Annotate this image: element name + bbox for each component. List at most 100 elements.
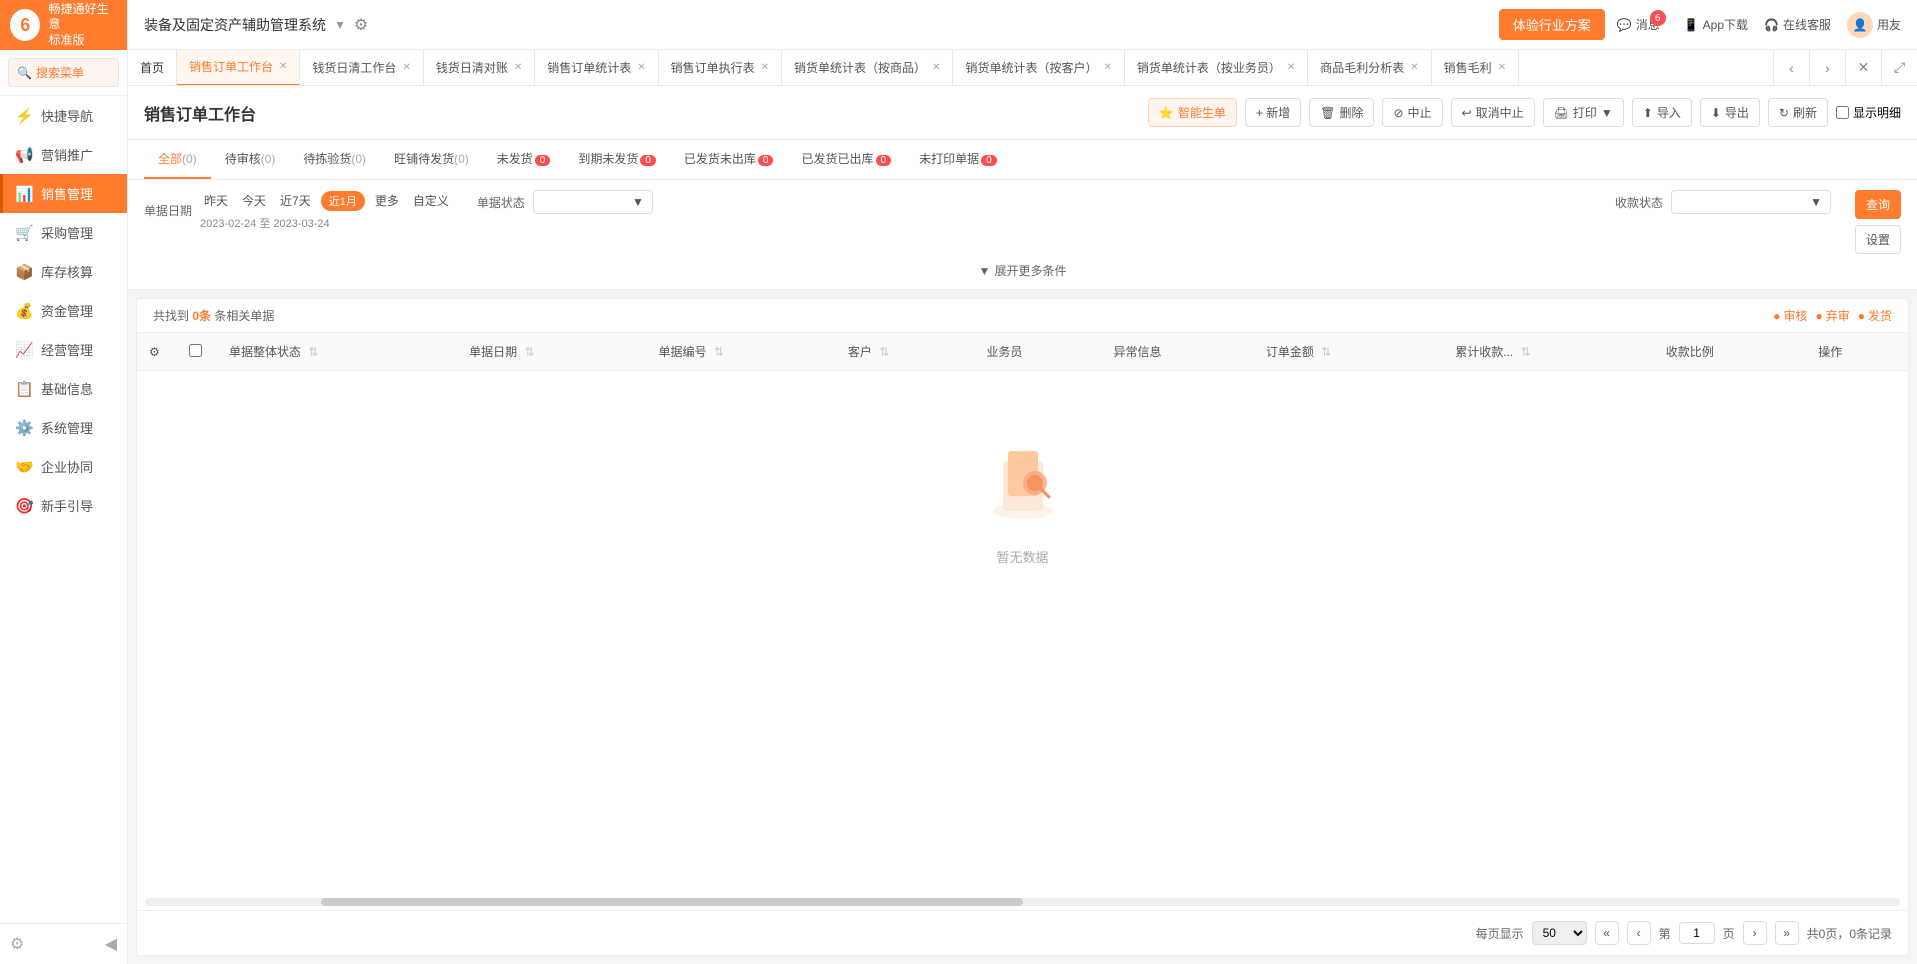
table-settings-icon[interactable]: ⚙ (149, 345, 160, 359)
tab-gross-margin[interactable]: 商品毛利分析表 ✕ (1308, 50, 1431, 86)
sort-client-icon[interactable]: ⇅ (879, 345, 889, 359)
subtab-not-printed[interactable]: 未打印单据0 (905, 140, 1011, 179)
tab-sales-sum-client-close[interactable]: ✕ (1103, 62, 1111, 73)
date-btn-more[interactable]: 更多 (371, 190, 403, 211)
subtab-not-delivered[interactable]: 未发货0 (483, 140, 565, 179)
tab-home[interactable]: 首页 (128, 50, 177, 86)
settings-bottom-btn[interactable]: ⚙ (10, 934, 24, 954)
date-btn-7days[interactable]: 近7天 (276, 190, 315, 211)
sidebar-bottom: ⚙ ◀ (0, 923, 127, 964)
sidebar-item-marketing[interactable]: 📢 营销推广 (0, 135, 127, 174)
subtab-pending-check[interactable]: 待拣验货(0) (289, 140, 380, 179)
th-settings[interactable]: ⚙ (137, 333, 177, 371)
subtab-overdue-deliver[interactable]: 到期未发货0 (564, 140, 670, 179)
tab-cash-reconcile-close[interactable]: ✕ (514, 62, 522, 73)
tab-sales-sum-product[interactable]: 销货单统计表（按商品） ✕ (782, 50, 953, 86)
filter-status-select[interactable]: ▼ (533, 190, 653, 214)
sort-date-icon[interactable]: ⇅ (525, 345, 535, 359)
select-all-checkbox[interactable] (189, 344, 202, 357)
filter-settings-btn[interactable]: 设置 (1855, 225, 1901, 254)
sort-status-icon[interactable]: ⇅ (308, 345, 318, 359)
sidebar-item-enterprise[interactable]: 🤝 企业协同 (0, 447, 127, 486)
sidebar-item-basic-info[interactable]: 📋 基础信息 (0, 369, 127, 408)
tab-close-all[interactable]: ✕ (1845, 50, 1881, 86)
subtab-all[interactable]: 全部(0) (144, 140, 211, 179)
tab-sales-exec-close[interactable]: ✕ (761, 62, 769, 73)
page-size-select[interactable]: 10 20 50 100 (1532, 921, 1587, 945)
sort-collected-icon[interactable]: ⇅ (1521, 345, 1531, 359)
subtab-delivered-not-out[interactable]: 已发货未出库0 (670, 140, 788, 179)
tab-sales-gross[interactable]: 销售毛利 ✕ (1432, 50, 1519, 86)
tab-cash-daily-close[interactable]: ✕ (402, 62, 410, 73)
topbar-cta-button[interactable]: 体验行业方案 (1499, 9, 1605, 40)
sidebar-item-system[interactable]: ⚙️ 系统管理 (0, 408, 127, 447)
tab-sales-workbench-close[interactable]: ✕ (279, 61, 287, 72)
stop-btn[interactable]: ⊘ 中止 (1382, 98, 1442, 127)
table-scroll[interactable]: ⚙ 单据整体状态 ⇅ 单据日期 ⇅ (137, 333, 1908, 894)
sidebar-item-quick-nav[interactable]: ⚡ 快捷导航 (0, 96, 127, 135)
batch-reject-btn[interactable]: ● 弃审 (1815, 307, 1849, 324)
prev-page-btn[interactable]: ‹ (1627, 921, 1651, 945)
tab-expand[interactable]: ⤢ (1881, 50, 1917, 86)
first-page-btn[interactable]: « (1595, 921, 1619, 945)
tab-sales-sum-client[interactable]: 销货单统计表（按客户） ✕ (953, 50, 1124, 86)
tab-cash-daily[interactable]: 钱货日清工作台 ✕ (300, 50, 423, 86)
sort-number-icon[interactable]: ⇅ (714, 345, 724, 359)
tab-sales-sum-staff[interactable]: 销货单统计表（按业务员） ✕ (1125, 50, 1308, 86)
topbar-user[interactable]: 👤 用友 (1847, 12, 1901, 38)
topbar-messages[interactable]: 💬 消息 6 (1617, 16, 1660, 33)
sidebar-item-purchase[interactable]: 🛒 采购管理 (0, 213, 127, 252)
subtab-wangpu-deliver[interactable]: 旺铺待发货(0) (380, 140, 483, 179)
subtab-delivered-out[interactable]: 已发货已出库0 (787, 140, 905, 179)
page-number-input[interactable] (1679, 922, 1715, 944)
tab-scroll-next[interactable]: › (1809, 50, 1845, 86)
filter-payment-select[interactable]: ▼ (1671, 190, 1831, 214)
subtab-pending-review[interactable]: 待审核(0) (211, 140, 290, 179)
date-btn-yesterday[interactable]: 昨天 (200, 190, 232, 211)
sidebar-item-inventory[interactable]: 📦 库存核算 (0, 252, 127, 291)
sidebar-item-operations[interactable]: 📈 经营管理 (0, 330, 127, 369)
next-page-btn[interactable]: › (1743, 921, 1767, 945)
date-btn-1month[interactable]: 近1月 (321, 191, 365, 211)
import-btn[interactable]: ⬆ 导入 (1632, 98, 1692, 127)
sidebar-item-sales[interactable]: 📊 销售管理 (0, 174, 127, 213)
tab-sales-stats[interactable]: 销售订单统计表 ✕ (535, 50, 658, 86)
last-page-btn[interactable]: » (1775, 921, 1799, 945)
tab-scroll-prev[interactable]: ‹ (1773, 50, 1809, 86)
topbar-online-service[interactable]: 🎧 在线客服 (1764, 16, 1831, 33)
tab-sales-sum-product-close[interactable]: ✕ (932, 62, 940, 73)
collapse-sidebar-btn[interactable]: ◀ (105, 934, 117, 954)
topbar-app-download[interactable]: 📱 App下载 (1684, 16, 1748, 33)
horizontal-scrollbar[interactable] (145, 898, 1900, 906)
show-detail-checkbox-label[interactable]: 显示明细 (1836, 104, 1901, 121)
topbar-settings-icon[interactable]: ⚙ (354, 15, 368, 35)
tab-sales-sum-staff-close[interactable]: ✕ (1287, 62, 1295, 73)
export-btn[interactable]: ⬇ 导出 (1700, 98, 1760, 127)
horizontal-scrollbar-thumb[interactable] (321, 898, 1023, 906)
date-btn-custom[interactable]: 自定义 (409, 190, 453, 211)
sidebar-item-finance[interactable]: 💰 资金管理 (0, 291, 127, 330)
refresh-btn[interactable]: ↻ 刷新 (1768, 98, 1828, 127)
tab-sales-gross-close[interactable]: ✕ (1498, 62, 1506, 73)
batch-approve-btn[interactable]: ● 审核 (1773, 307, 1807, 324)
expand-filter-btn[interactable]: ▼ 展开更多条件 (979, 262, 1067, 279)
sidebar-item-guide[interactable]: 🎯 新手引导 (0, 486, 127, 525)
tab-cash-reconcile[interactable]: 钱货日清对账 ✕ (424, 50, 535, 86)
batch-deliver-btn[interactable]: ● 发货 (1858, 307, 1892, 324)
date-btn-today[interactable]: 今天 (238, 190, 270, 211)
search-menu-button[interactable]: 🔍 搜索菜单 (8, 58, 119, 87)
sort-amount-icon[interactable]: ⇅ (1321, 345, 1331, 359)
ai-generate-btn[interactable]: ⭐ 智能生单 (1148, 98, 1237, 127)
topbar-dropdown-icon[interactable]: ▼ (334, 18, 346, 32)
tab-sales-exec[interactable]: 销售订单执行表 ✕ (659, 50, 782, 86)
tab-sales-workbench[interactable]: 销售订单工作台 ✕ (177, 50, 300, 86)
query-btn[interactable]: 查询 (1855, 190, 1901, 219)
show-detail-checkbox[interactable] (1836, 106, 1849, 119)
tab-gross-margin-close[interactable]: ✕ (1410, 62, 1418, 73)
tab-sales-stats-close[interactable]: ✕ (637, 62, 645, 73)
th-checkbox[interactable] (177, 333, 217, 371)
print-btn[interactable]: 🖨 打印 ▼ (1543, 98, 1624, 127)
cancel-stop-btn[interactable]: ↩ 取消中止 (1451, 98, 1535, 127)
delete-btn[interactable]: 🗑 删除 (1309, 98, 1374, 127)
new-btn[interactable]: + 新增 (1245, 98, 1301, 127)
